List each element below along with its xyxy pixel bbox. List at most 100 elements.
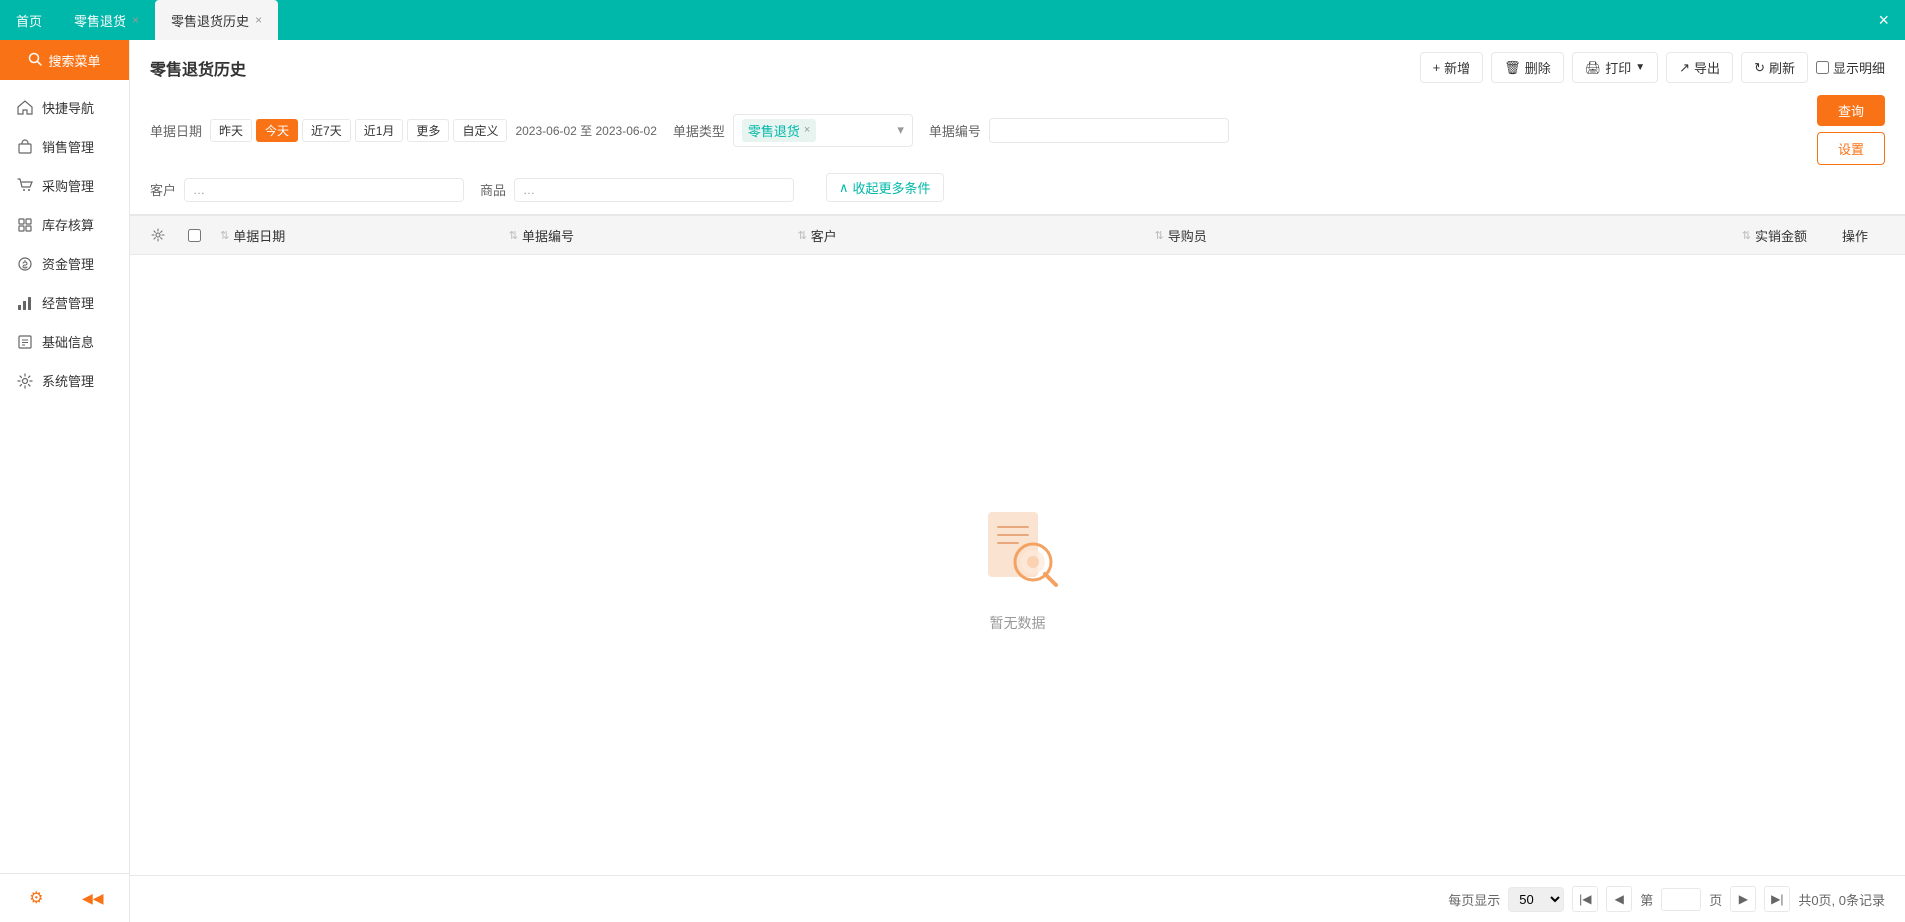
th-date[interactable]: ⇅ 单据日期 [212, 226, 501, 245]
collapse-button[interactable]: ∧ 收起更多条件 [826, 173, 944, 202]
page-header: 零售退货历史 + 新增 🗑 删除 🖨 打印 ▼ [130, 40, 1905, 215]
select-all-checkbox[interactable] [188, 229, 201, 242]
sidebar-item-sales-mgmt[interactable]: 销售管理 [0, 127, 129, 166]
sidebar-item-purchase-label: 采购管理 [42, 176, 94, 195]
sidebar-item-finance[interactable]: 资金管理 [0, 244, 129, 283]
sales-icon [16, 138, 34, 156]
voucher-type-value: 零售退货 [748, 121, 800, 140]
th-guide[interactable]: ⇅ 导购员 [1147, 226, 1390, 245]
date-btn-more[interactable]: 更多 [407, 119, 449, 142]
window-close-button[interactable]: × [1862, 10, 1905, 31]
base-info-icon [16, 333, 34, 351]
sidebar-item-base-info-label: 基础信息 [42, 332, 94, 351]
customer-select[interactable]: … [184, 178, 464, 202]
refresh-button[interactable]: ↻ 刷新 [1741, 52, 1808, 83]
goods-placeholder: … [523, 183, 535, 197]
operations-icon [16, 294, 34, 312]
date-btn-1month[interactable]: 近1月 [355, 119, 404, 142]
tab-retail-return-history-close[interactable]: × [255, 13, 262, 27]
print-arrow: ▼ [1635, 62, 1645, 73]
voucher-type-tag: 零售退货 × [742, 119, 816, 142]
sidebar-item-system[interactable]: 系统管理 [0, 361, 129, 400]
th-amount[interactable]: ⇅ 实销金额 [1617, 226, 1815, 245]
sidebar-item-quick-nav-label: 快捷导航 [42, 98, 94, 117]
th-checkbox[interactable] [176, 229, 212, 242]
empty-state: 暂无数据 [130, 255, 1905, 875]
voucher-number-filter: 单据编号 [929, 118, 1229, 143]
page-label: 第 [1640, 890, 1653, 909]
sidebar-item-base-info[interactable]: 基础信息 [0, 322, 129, 361]
audio-bottom-button[interactable]: ◀◀ [77, 882, 109, 914]
tab-list: 首页 零售退货 × 零售退货历史 × [0, 0, 1862, 40]
table-header: ⇅ 单据日期 ⇅ 单据编号 ⇅ 客户 ⇅ 导购员 ⇅ 实销 [130, 215, 1905, 255]
show-detail-checkbox-label[interactable]: 显示明细 [1816, 58, 1885, 77]
sidebar-search-label: 搜索菜单 [48, 51, 100, 70]
first-page-button[interactable]: |◀ [1572, 886, 1598, 912]
voucher-type-label: 单据类型 [673, 121, 725, 140]
finance-icon [16, 255, 34, 273]
print-button[interactable]: 🖨 打印 ▼ [1572, 52, 1658, 83]
refresh-icon: ↻ [1754, 60, 1765, 76]
th-number[interactable]: ⇅ 单据编号 [501, 226, 790, 245]
date-btn-7days[interactable]: 近7天 [302, 119, 351, 142]
page-title: 零售退货历史 [150, 56, 246, 80]
delete-button[interactable]: 🗑 删除 [1491, 52, 1564, 83]
prev-page-button[interactable]: ◀ [1606, 886, 1632, 912]
per-page-select[interactable]: 50 10 20 100 [1508, 887, 1564, 912]
page-unit: 页 [1709, 890, 1722, 909]
collapse-label: 收起更多条件 [853, 178, 931, 197]
empty-illustration [968, 497, 1068, 597]
th-customer-label: 客户 [811, 226, 837, 245]
export-label: 导出 [1694, 58, 1720, 77]
sidebar-search[interactable]: 搜索菜单 [0, 40, 129, 80]
tab-retail-return-history[interactable]: 零售退货历史 × [155, 0, 278, 40]
th-guide-sort-icon: ⇅ [1155, 229, 1164, 242]
new-label: 新增 [1444, 58, 1470, 77]
pagination-bar: 每页显示 50 10 20 100 |◀ ◀ 第 1 页 ▶ ▶| 共0页, 0… [130, 875, 1905, 922]
filter-settings-button[interactable]: 设置 [1817, 132, 1885, 165]
th-amount-label: 实销金额 [1755, 226, 1807, 245]
new-button[interactable]: + 新增 [1420, 52, 1484, 83]
page-input[interactable]: 1 [1661, 888, 1701, 911]
goods-select[interactable]: … [514, 178, 794, 202]
th-number-label: 单据编号 [522, 226, 574, 245]
tab-retail-return[interactable]: 零售退货 × [58, 0, 155, 40]
sidebar: 搜索菜单 快捷导航 销售管理 [0, 40, 130, 922]
voucher-type-select[interactable]: 零售退货 × ▾ [733, 114, 913, 147]
sidebar-item-operations-label: 经营管理 [42, 293, 94, 312]
delete-icon: 🗑 [1504, 60, 1521, 76]
date-btn-custom[interactable]: 自定义 [453, 119, 507, 142]
th-action: 操作 [1815, 226, 1895, 245]
sidebar-item-sales-label: 销售管理 [42, 137, 94, 156]
filter-section: 单据日期 昨天 今天 近7天 近1月 更多 自定义 2023-06-02 至 2… [150, 95, 1885, 214]
date-btn-yesterday[interactable]: 昨天 [210, 119, 252, 142]
th-settings[interactable] [140, 228, 176, 242]
per-page-label: 每页显示 [1448, 890, 1500, 909]
search-icon [28, 52, 42, 69]
voucher-type-close[interactable]: × [804, 124, 810, 136]
date-filter-label: 单据日期 [150, 121, 202, 140]
voucher-number-input[interactable] [989, 118, 1229, 143]
sidebar-item-purchase-mgmt[interactable]: 采购管理 [0, 166, 129, 205]
sidebar-bottom: ⚙ ◀◀ [0, 873, 129, 922]
tab-retail-return-close[interactable]: × [132, 13, 139, 27]
th-customer[interactable]: ⇅ 客户 [790, 226, 1147, 245]
action-buttons: 查询 设置 [1817, 95, 1885, 165]
settings-bottom-button[interactable]: ⚙ [20, 882, 52, 914]
total-info: 共0页, 0条记录 [1798, 890, 1885, 909]
sidebar-item-operations[interactable]: 经营管理 [0, 283, 129, 322]
show-detail-checkbox[interactable] [1816, 61, 1829, 74]
last-page-button[interactable]: ▶| [1764, 886, 1790, 912]
filter-row-2: 客户 … 商品 … ∧ 收起更多 [150, 173, 1885, 206]
tab-home[interactable]: 首页 [0, 0, 58, 40]
next-page-button[interactable]: ▶ [1730, 886, 1756, 912]
empty-text: 暂无数据 [990, 613, 1046, 633]
sidebar-item-quick-nav[interactable]: 快捷导航 [0, 88, 129, 127]
voucher-type-filter: 单据类型 零售退货 × ▾ [673, 114, 913, 147]
date-btn-today[interactable]: 今天 [256, 119, 298, 142]
query-button[interactable]: 查询 [1817, 95, 1885, 126]
sidebar-item-inventory[interactable]: 库存核算 [0, 205, 129, 244]
export-button[interactable]: ↗ 导出 [1666, 52, 1733, 83]
voucher-type-arrow: ▾ [897, 122, 904, 138]
main-layout: 搜索菜单 快捷导航 销售管理 [0, 40, 1905, 922]
